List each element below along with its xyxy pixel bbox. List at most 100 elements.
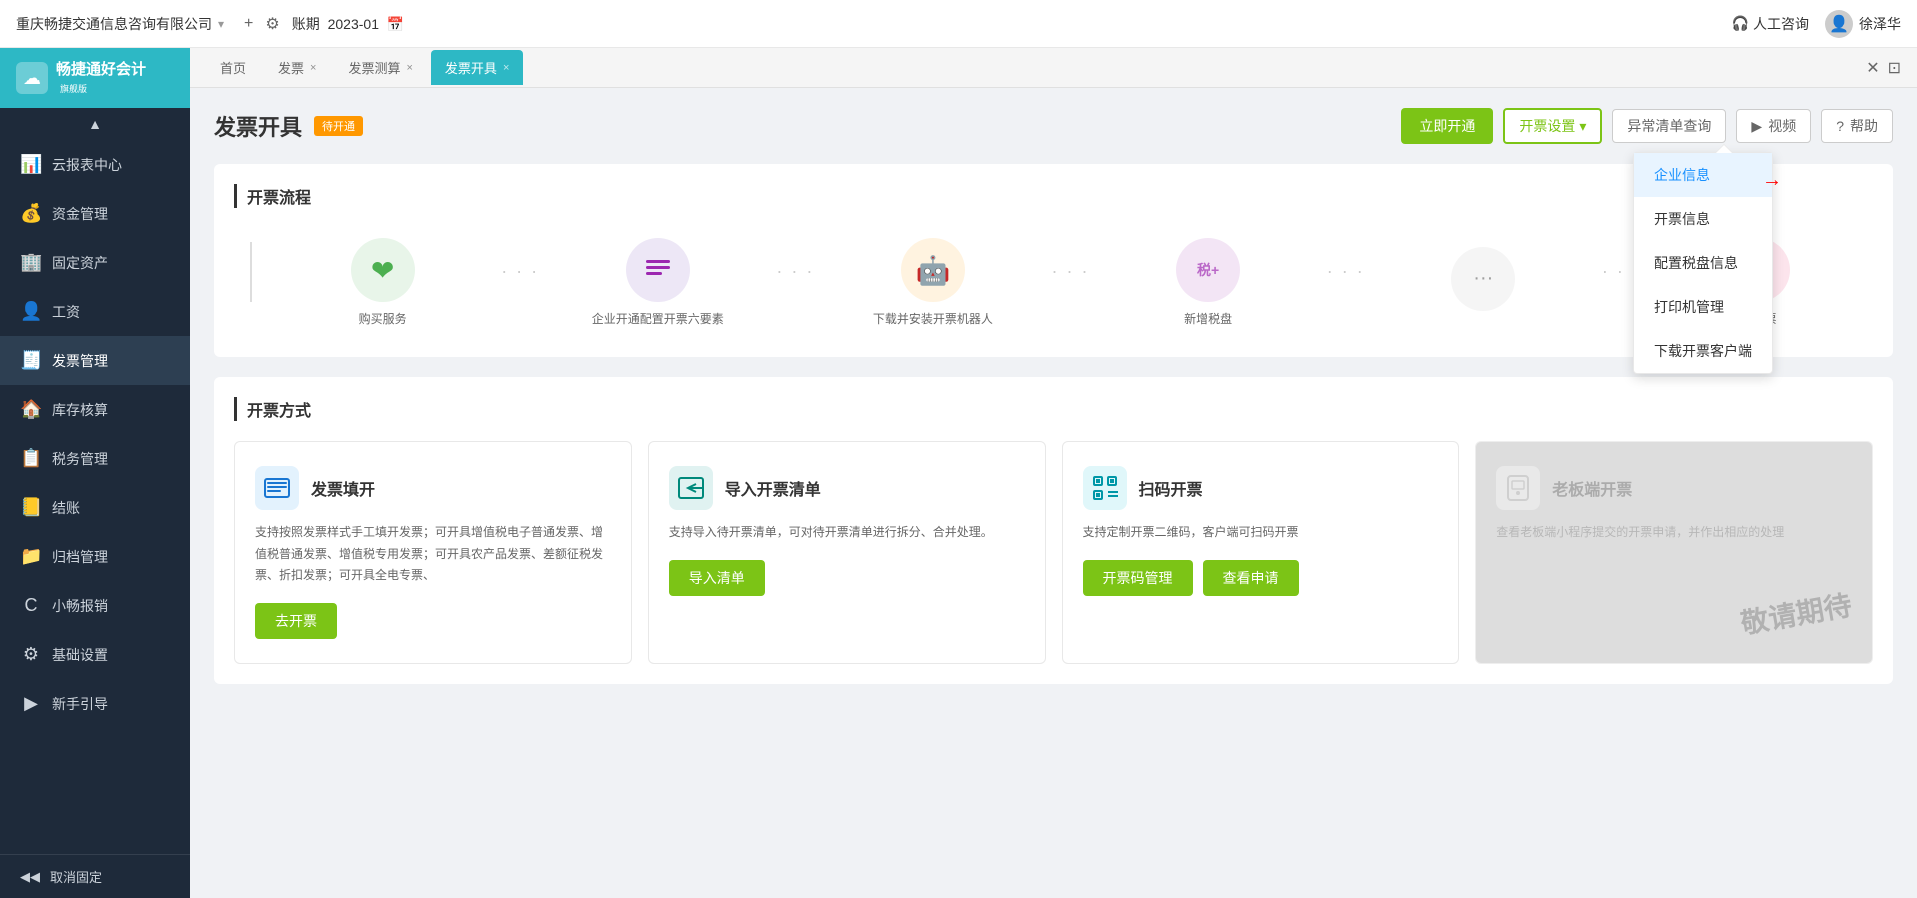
- add-tab-button[interactable]: +: [244, 15, 253, 33]
- anomaly-list-button[interactable]: 异常清单查询: [1612, 109, 1726, 143]
- video-button[interactable]: ▶ 视频: [1736, 109, 1811, 143]
- sidebar-item-fund[interactable]: 💰 资金管理: [0, 189, 190, 238]
- scan-title: 扫码开票: [1139, 476, 1203, 500]
- fill-desc: 支持按照发票样式手工填开发票；可开具增值税电子普通发票、增值税普通发票、增值税专…: [255, 522, 611, 587]
- top-bar: 重庆畅捷交通信息咨询有限公司 ▾ + ⚙ 账期 2023-01 📅 🎧 人工咨询…: [0, 0, 1917, 48]
- main-content: 首页 发票 × 发票测算 × 发票开具 × ✕ ⊡ 发票开具: [190, 48, 1917, 898]
- sidebar-label-guide: 新手引导: [52, 694, 108, 714]
- tab-close-all-button[interactable]: ✕: [1866, 58, 1879, 78]
- buy-service-label: 购买服务: [359, 310, 407, 327]
- invoice-settings-button[interactable]: 开票设置 ▾: [1503, 108, 1602, 144]
- sidebar-label-archive: 归档管理: [52, 547, 108, 567]
- company-info-label: 企业信息: [1654, 167, 1710, 183]
- billing-card-boss: 老板端开票 查看老板端小程序提交的开票申请，并作出相应的处理 敬请期待: [1475, 441, 1873, 664]
- dropdown-item-company-info[interactable]: 企业信息 →: [1634, 153, 1772, 197]
- cloud-report-icon: 📊: [20, 154, 42, 175]
- boss-icon: [1496, 466, 1540, 510]
- scan-buttons: 开票码管理 查看申请: [1083, 560, 1439, 596]
- sidebar-item-salary[interactable]: 👤 工资: [0, 287, 190, 336]
- scan-code-management-button[interactable]: 开票码管理: [1083, 560, 1193, 596]
- scan-desc: 支持定制开票二维码，客户端可扫码开票: [1083, 522, 1439, 544]
- fill-invoice-button[interactable]: 去开票: [255, 603, 337, 639]
- sidebar-item-inventory[interactable]: 🏠 库存核算: [0, 385, 190, 434]
- period-label: 账期 2023-01 📅: [292, 14, 405, 34]
- sidebar-item-archive[interactable]: 📁 归档管理: [0, 532, 190, 581]
- sidebar-label-expense: 小畅报销: [52, 596, 108, 616]
- dropdown-item-invoice-info[interactable]: 开票信息: [1634, 197, 1772, 241]
- avatar: 👤: [1825, 10, 1853, 38]
- billing-card-scan: 扫码开票 支持定制开票二维码，客户端可扫码开票 开票码管理 查看申请: [1062, 441, 1460, 664]
- sidebar-item-invoice[interactable]: 🧾 发票管理: [0, 336, 190, 385]
- sidebar-label-checkout: 结账: [52, 498, 80, 518]
- tab-invoice-calc[interactable]: 发票测算 ×: [334, 50, 426, 85]
- billing-methods: 发票填开 支持按照发票样式手工填开发票；可开具增值税电子普通发票、增值税普通发票…: [234, 441, 1873, 664]
- tax-icon: 📋: [20, 448, 42, 469]
- settings-button[interactable]: ⚙: [265, 14, 279, 34]
- sidebar-item-guide[interactable]: ▶ 新手引导: [0, 679, 190, 728]
- tab-invoice-issue-close[interactable]: ×: [503, 62, 509, 74]
- archive-icon: 📁: [20, 546, 42, 567]
- flow-section-title: 开票流程: [234, 184, 1873, 208]
- boss-desc: 查看老板端小程序提交的开票申请，并作出相应的处理: [1496, 522, 1852, 544]
- status-badge: 待开通: [314, 116, 363, 136]
- user-name: 徐泽华: [1859, 14, 1901, 34]
- help-button[interactable]: ? 帮助: [1821, 109, 1893, 143]
- tab-invoice-issue[interactable]: 发票开具 ×: [431, 50, 523, 85]
- sidebar-item-fixed-assets[interactable]: 🏢 固定资产: [0, 238, 190, 287]
- question-icon: ?: [1836, 118, 1844, 134]
- billing-section: 开票方式 发票填开 支持按照发票样式手工填开发票；可开具增值税电子普通发票、增值…: [214, 377, 1893, 684]
- sidebar-bottom-label: 取消固定: [50, 867, 102, 886]
- sidebar: ☁ 畅捷通好会计 旗舰版 ▲ 📊 云报表中心 💰 资金管理 🏢 固定资产 👤 工…: [0, 48, 190, 898]
- settings-dropdown-menu: 企业信息 → 开票信息 配置税盘信息 打印机管理 下: [1633, 152, 1773, 374]
- dots-1: · · ·: [501, 261, 539, 282]
- fill-icon: [255, 466, 299, 510]
- calendar-icon: 📅: [387, 16, 404, 32]
- activate-button[interactable]: 立即开通: [1401, 108, 1493, 144]
- sidebar-item-checkout[interactable]: 📒 结账: [0, 483, 190, 532]
- dropdown-arrow: [1716, 145, 1732, 153]
- sidebar-item-tax[interactable]: 📋 税务管理: [0, 434, 190, 483]
- tab-home[interactable]: 首页: [206, 50, 260, 85]
- flow-connector-3: · · ·: [1048, 261, 1094, 282]
- sidebar-item-settings[interactable]: ⚙ 基础设置: [0, 630, 190, 679]
- tab-invoice-calc-close[interactable]: ×: [406, 62, 412, 74]
- page-area: 发票开具 待开通 立即开通 开票设置 ▾ 异常清单查询 ▶ 视频: [190, 88, 1917, 898]
- tab-invoice-calc-label: 发票测算: [348, 58, 400, 77]
- flow-step-download: 🤖 下载并安装开票机器人: [818, 238, 1047, 327]
- consult-button[interactable]: 🎧 人工咨询: [1732, 14, 1809, 34]
- sidebar-label-invoice: 发票管理: [52, 351, 108, 371]
- expense-icon: C: [20, 595, 42, 616]
- user-info[interactable]: 👤 徐泽华: [1825, 10, 1901, 38]
- import-list-button[interactable]: 导入清单: [669, 560, 765, 596]
- tab-invoice-close[interactable]: ×: [310, 62, 316, 74]
- flow-connector-4: · · ·: [1323, 261, 1369, 282]
- tab-expand-button[interactable]: ⊡: [1888, 58, 1901, 78]
- company-selector[interactable]: 重庆畅捷交通信息咨询有限公司 ▾: [16, 14, 224, 34]
- sidebar-label-fund: 资金管理: [52, 204, 108, 224]
- sidebar-scroll-up[interactable]: ▲: [0, 108, 190, 140]
- sidebar-item-expense[interactable]: C 小畅报销: [0, 581, 190, 630]
- top-bar-right: 🎧 人工咨询 👤 徐泽华: [1732, 10, 1901, 38]
- dropdown-item-tax-disk[interactable]: 配置税盘信息: [1634, 241, 1772, 285]
- flow-connector-2: · · ·: [772, 261, 818, 282]
- company-name: 重庆畅捷交通信息咨询有限公司: [16, 14, 212, 34]
- tab-invoice[interactable]: 发票 ×: [264, 50, 330, 85]
- invoice-info-label: 开票信息: [1654, 211, 1710, 227]
- configure-label: 企业开通配置开票六要素: [592, 310, 724, 327]
- top-bar-actions: + ⚙ 账期 2023-01 📅: [244, 14, 404, 34]
- import-title: 导入开票清单: [725, 476, 821, 500]
- sidebar-label-settings: 基础设置: [52, 645, 108, 665]
- tax-disk-label: 配置税盘信息: [1654, 255, 1738, 271]
- dropdown-item-download-client[interactable]: 下载开票客户端: [1634, 329, 1772, 373]
- view-application-button[interactable]: 查看申请: [1203, 560, 1299, 596]
- more-icon: ···: [1451, 247, 1515, 311]
- chevron-down-icon: ▾: [1579, 118, 1586, 135]
- dropdown-item-printer[interactable]: 打印机管理: [1634, 285, 1772, 329]
- sidebar-unpin-button[interactable]: ◀◀ 取消固定: [0, 854, 190, 898]
- sidebar-item-cloud-report[interactable]: 📊 云报表中心: [0, 140, 190, 189]
- download-label: 下载并安装开票机器人: [873, 310, 993, 327]
- fill-title: 发票填开: [311, 476, 375, 500]
- sidebar-label-cloud-report: 云报表中心: [52, 155, 122, 175]
- logo-text-block: 畅捷通好会计 旗舰版: [56, 61, 146, 96]
- video-label: 视频: [1768, 116, 1796, 136]
